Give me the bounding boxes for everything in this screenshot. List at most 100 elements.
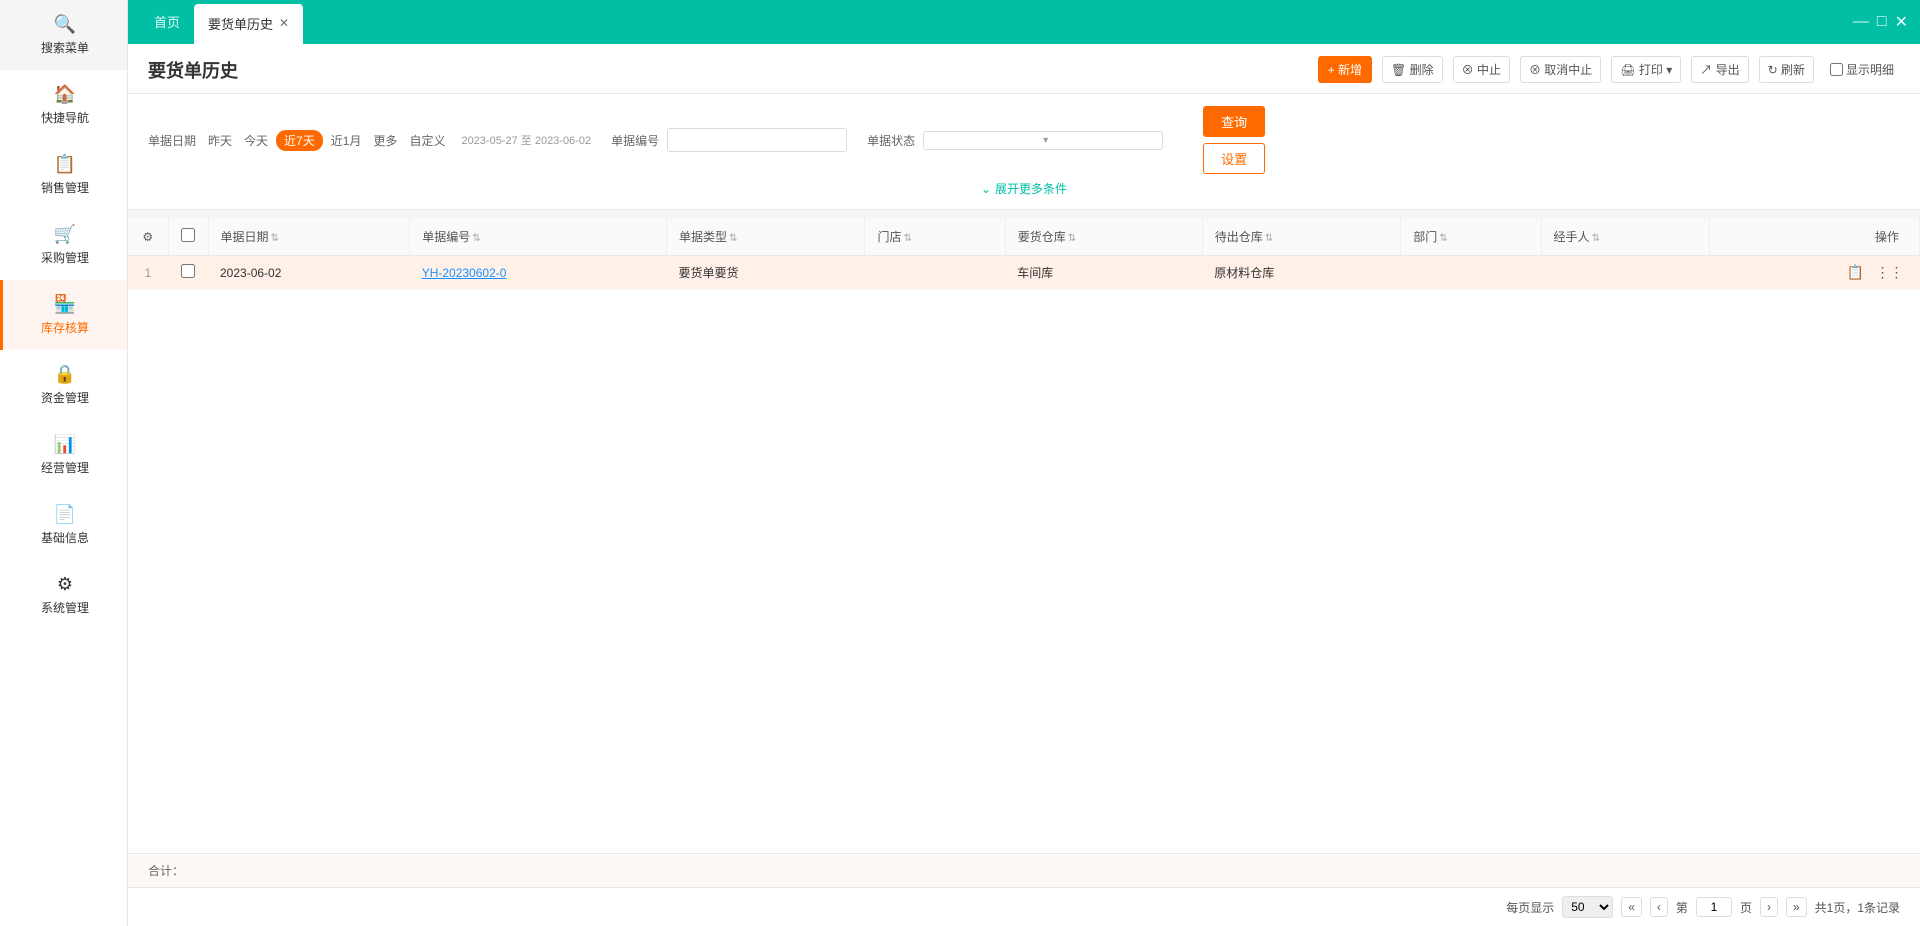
settings-button[interactable]: 设置 — [1203, 143, 1265, 174]
base-info-icon: 📄 — [54, 504, 76, 525]
sidebar-item-finance-mgmt[interactable]: 🔒资金管理 — [0, 350, 127, 420]
display-detail-checkbox[interactable] — [1830, 63, 1843, 76]
maximize-button[interactable]: □ — [1877, 13, 1887, 31]
date-filter-group: 单据日期 昨天今天近7天近1月更多自定义 2023-05-27 至 2023-0… — [148, 130, 591, 151]
more-icon[interactable]: ⋮⋮ — [1872, 262, 1908, 282]
query-btn-group: 查询 设置 — [1203, 106, 1265, 174]
sidebar-item-search-menu[interactable]: 🔍搜索菜单 — [0, 0, 127, 70]
next-page-button[interactable]: › — [1760, 897, 1778, 917]
chevron-down-icon: ⌄ — [981, 182, 991, 196]
sidebar-item-inventory[interactable]: 🏪 库存核算 — [0, 280, 127, 350]
refresh-button[interactable]: ↻ 刷新 — [1759, 56, 1814, 83]
sidebar-item-label: 库存核算 — [41, 319, 89, 336]
page-title: 要货单历史 — [148, 57, 238, 83]
row-checkbox[interactable] — [168, 256, 208, 290]
page-label: 第 — [1676, 899, 1688, 916]
cancel-stop-button[interactable]: ⊗ 取消中止 — [1520, 56, 1601, 83]
edit-icon[interactable]: 📋 — [1843, 262, 1868, 282]
row-pending-warehouse: 原材料仓库 — [1202, 256, 1400, 290]
page-header: 要货单历史 + 新增 🗑 删除 ⊗ 中止 ⊗ 取消中止 🖨 打印 ▾ ↗ 导出 ↻ 刷新 显示… — [128, 44, 1920, 94]
th-bill-no-label: 单据编号 — [422, 230, 470, 244]
table-container[interactable]: ⚙ 单据日期⇅ 单据编号⇅ 单据类型⇅ 门店⇅ 要货仓库⇅ 待出仓库⇅ 部门⇅ … — [128, 218, 1920, 853]
table-footer: 合计： — [128, 853, 1920, 887]
delete-button[interactable]: 🗑 删除 — [1382, 56, 1443, 83]
th-handler[interactable]: 经手人⇅ — [1541, 218, 1710, 256]
filter-row-1: 单据日期 昨天今天近7天近1月更多自定义 2023-05-27 至 2023-0… — [148, 106, 1900, 174]
topbar-window-actions: — □ ✕ — [1853, 12, 1908, 32]
th-date[interactable]: 单据日期⇅ — [208, 218, 410, 256]
last-page-button[interactable]: » — [1786, 897, 1807, 917]
tab-label-requisition-history: 要货单历史 — [208, 14, 273, 33]
th-handler-label: 经手人 — [1554, 230, 1590, 244]
th-store[interactable]: 门店⇅ — [865, 218, 1005, 256]
date-shortcut-more[interactable]: 更多 — [369, 131, 401, 150]
topbar-tab-home[interactable]: 首页 — [140, 0, 194, 44]
minimize-button[interactable]: — — [1853, 13, 1869, 31]
sidebar-item-label: 系统管理 — [41, 599, 89, 616]
total-info: 共1页，1条记录 — [1815, 899, 1900, 916]
row-store — [865, 256, 1005, 290]
th-bill-type[interactable]: 单据类型⇅ — [667, 218, 865, 256]
th-pending-warehouse[interactable]: 待出仓库⇅ — [1202, 218, 1400, 256]
export-button[interactable]: ↗ 导出 — [1691, 56, 1748, 83]
row-select-checkbox[interactable] — [181, 264, 195, 278]
sidebar-item-label: 搜索菜单 — [41, 39, 89, 56]
page-content: 要货单历史 + 新增 🗑 删除 ⊗ 中止 ⊗ 取消中止 🖨 打印 ▾ ↗ 导出 ↻ 刷新 显示… — [128, 44, 1920, 926]
add-button[interactable]: + 新增 — [1318, 56, 1372, 83]
date-shortcut-custom[interactable]: 自定义 — [405, 131, 449, 150]
bill-no-input[interactable] — [667, 128, 847, 152]
tab-close-requisition-history[interactable]: ✕ — [279, 16, 289, 30]
page-size-select[interactable]: 50 20 100 — [1562, 896, 1613, 918]
sidebar-item-system-mgmt[interactable]: ⚙ 系统管理 — [0, 560, 127, 630]
th-req-warehouse-label: 要货仓库 — [1018, 230, 1066, 244]
sort-icon: ⇅ — [472, 233, 480, 244]
print-button[interactable]: 🖨 打印 ▾ — [1611, 56, 1681, 83]
th-checkbox[interactable] — [168, 218, 208, 256]
row-bill-type: 要货单要货 — [667, 256, 865, 290]
sidebar-item-label: 基础信息 — [41, 529, 89, 546]
page-size-label: 每页显示 — [1506, 899, 1554, 916]
date-shortcut-last_month[interactable]: 近1月 — [327, 131, 366, 150]
prev-page-button[interactable]: ‹ — [1650, 897, 1668, 917]
query-button[interactable]: 查询 — [1203, 106, 1265, 137]
inventory-icon: 🏪 — [54, 294, 76, 315]
row-req-warehouse: 车间库 — [1005, 256, 1202, 290]
ops-mgmt-icon: 📊 — [54, 434, 76, 455]
bill-no-filter-group: 单据编号 — [611, 128, 847, 152]
page-number-input[interactable] — [1696, 897, 1732, 917]
th-dept[interactable]: 部门⇅ — [1401, 218, 1541, 256]
footer-label: 合计： — [148, 862, 184, 879]
display-detail-button[interactable]: 显示明细 — [1824, 61, 1900, 78]
first-page-button[interactable]: « — [1621, 897, 1642, 917]
sidebar-item-quick-nav[interactable]: 🏠快捷导航 — [0, 70, 127, 140]
th-req-warehouse[interactable]: 要货仓库⇅ — [1005, 218, 1202, 256]
topbar-tab-requisition-history[interactable]: 要货单历史 ✕ — [194, 4, 303, 44]
row-bill-no[interactable]: YH-20230602-0 — [410, 256, 667, 290]
close-window-button[interactable]: ✕ — [1895, 12, 1908, 32]
display-detail-label: 显示明细 — [1846, 61, 1894, 78]
date-shortcut-today[interactable]: 今天 — [240, 131, 272, 150]
select-all-checkbox[interactable] — [181, 228, 195, 242]
sidebar-item-base-info[interactable]: 📄 基础信息 — [0, 490, 127, 560]
sort-icon: ⇅ — [903, 233, 911, 244]
chevron-down-icon: ▾ — [1043, 135, 1154, 146]
sidebar-item-purchase-mgmt[interactable]: 🛒采购管理 — [0, 210, 127, 280]
sidebar-item-label: 快捷导航 — [41, 109, 89, 126]
table-row[interactable]: 1 2023-06-02 YH-20230602-0 要货单要货 车间库 原材料… — [128, 256, 1920, 290]
expand-more-btn[interactable]: ⌄ 展开更多条件 — [148, 180, 1900, 197]
pagination-bar: 每页显示 50 20 100 « ‹ 第 页 › » 共1页，1条记录 — [128, 887, 1920, 926]
th-date-label: 单据日期 — [221, 230, 269, 244]
th-pending-warehouse-label: 待出仓库 — [1215, 230, 1263, 244]
sidebar-item-ops-mgmt[interactable]: 📊经营管理 — [0, 420, 127, 490]
date-shortcut-last7days[interactable]: 近7天 — [276, 130, 323, 151]
sidebar-item-label: 资金管理 — [41, 389, 89, 406]
sidebar-item-label: 销售管理 — [41, 179, 89, 196]
date-shortcut-yesterday[interactable]: 昨天 — [204, 131, 236, 150]
sidebar-item-sales-mgmt[interactable]: 📋销售管理 — [0, 140, 127, 210]
th-bill-no[interactable]: 单据编号⇅ — [410, 218, 667, 256]
row-num: 1 — [128, 256, 168, 290]
main-content: 首页要货单历史✕ — □ ✕ 要货单历史 + 新增🗑 删除⊗ 中止⊗ 取消中止🖨… — [128, 0, 1920, 926]
stop-button[interactable]: ⊗ 中止 — [1453, 56, 1510, 83]
status-select[interactable]: ▾ — [923, 131, 1163, 150]
system-mgmt-icon: ⚙ — [57, 574, 73, 595]
